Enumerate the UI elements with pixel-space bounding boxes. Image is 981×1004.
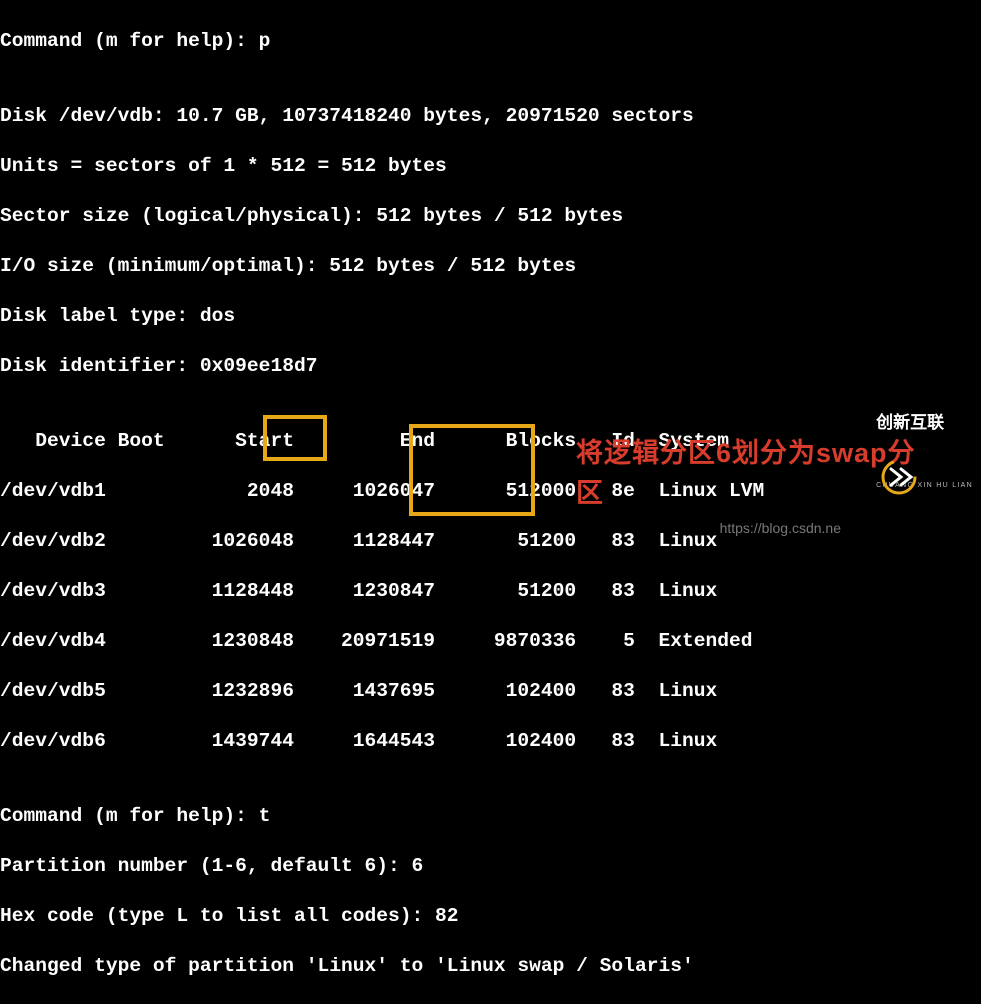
partition-row: /dev/vdb4 1230848 20971519 9870336 5 Ext… bbox=[0, 629, 764, 654]
watermark-text: https://blog.csdn.ne bbox=[720, 516, 841, 541]
brand-logo: 创新互联 CHUANG XIN HU LIAN bbox=[834, 364, 973, 540]
sector-size-line: Sector size (logical/physical): 512 byte… bbox=[0, 204, 764, 229]
disk-label-line: Disk label type: dos bbox=[0, 304, 764, 329]
disk-identifier-line: Disk identifier: 0x09ee18d7 bbox=[0, 354, 764, 379]
disk-info-line: Disk /dev/vdb: 10.7 GB, 10737418240 byte… bbox=[0, 104, 764, 129]
io-size-line: I/O size (minimum/optimal): 512 bytes / … bbox=[0, 254, 764, 279]
changed-type-line: Changed type of partition 'Linux' to 'Li… bbox=[0, 954, 764, 979]
units-line: Units = sectors of 1 * 512 = 512 bytes bbox=[0, 154, 764, 179]
partition-row: /dev/vdb6 1439744 1644543 102400 83 Linu… bbox=[0, 729, 764, 754]
partition-row: /dev/vdb5 1232896 1437695 102400 83 Linu… bbox=[0, 679, 764, 704]
command-prompt-line[interactable]: Command (m for help): t bbox=[0, 804, 764, 829]
logo-text-cn: 创新互联 bbox=[876, 414, 973, 431]
logo-icon bbox=[834, 434, 870, 470]
hex-code-prompt[interactable]: Hex code (type L to list all codes): 82 bbox=[0, 904, 764, 929]
partition-row: /dev/vdb2 1026048 1128447 51200 83 Linux bbox=[0, 529, 764, 554]
partition-row: /dev/vdb3 1128448 1230847 51200 83 Linux bbox=[0, 579, 764, 604]
partition-number-prompt[interactable]: Partition number (1-6, default 6): 6 bbox=[0, 854, 764, 879]
command-prompt-line[interactable]: Command (m for help): p bbox=[0, 29, 764, 54]
